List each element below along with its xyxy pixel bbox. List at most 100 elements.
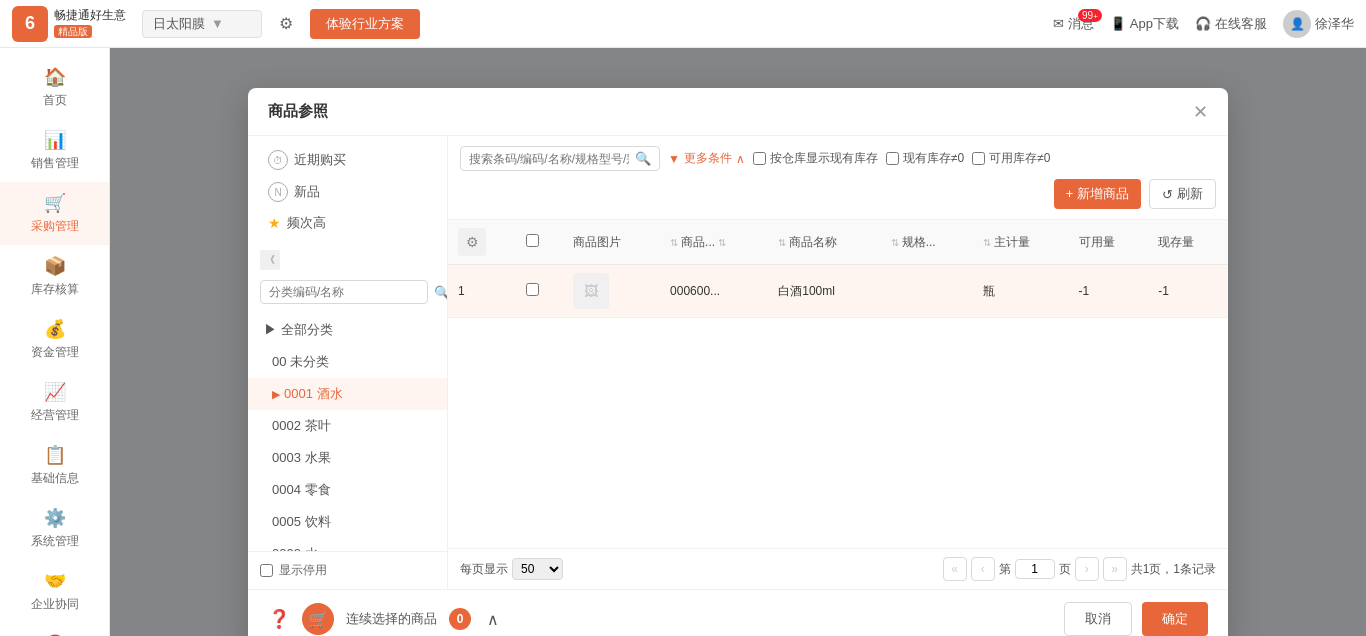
first-page-btn[interactable]: « (943, 557, 967, 581)
sidebar-label-finance: 资金管理 (31, 344, 79, 361)
logo-text: 畅捷通好生意 精品版 (54, 8, 126, 39)
cell-spec (881, 265, 974, 318)
sidebar-item-finance[interactable]: 💰 资金管理 (0, 308, 109, 371)
header: 6 畅捷通好生意 精品版 日太阳膜 ▼ ⚙ 体验行业方案 ✉ 消息 99+ 📱 … (0, 0, 1366, 48)
selected-count-badge: 0 (449, 608, 471, 630)
cat-all-label: ▶ 全部分类 (264, 321, 333, 339)
refresh-button[interactable]: ↺ 刷新 (1149, 179, 1216, 209)
cart-icon[interactable]: 🛒 (302, 603, 334, 635)
trial-button[interactable]: 体验行业方案 (310, 9, 420, 39)
modal-title: 商品参照 (268, 102, 328, 121)
th-unit: ⇅ 主计量 (973, 220, 1068, 265)
recent-purchase-item[interactable]: ⏱ 近期购买 (260, 144, 435, 176)
cell-code: 000600... (660, 265, 768, 318)
display-disabled-checkbox[interactable] (260, 564, 273, 577)
cat-drink[interactable]: 0005 饮料 (248, 506, 447, 538)
cancel-button[interactable]: 取消 (1064, 602, 1132, 636)
page-input[interactable] (1015, 559, 1055, 579)
sidebar-item-home[interactable]: 🏠 首页 (0, 56, 109, 119)
usable-stock-checkbox[interactable] (972, 152, 985, 165)
display-disabled-label: 显示停用 (279, 562, 327, 579)
table-settings-icon[interactable]: ⚙ (458, 228, 486, 256)
available-stock-checkbox[interactable] (886, 152, 899, 165)
sidebar-label-operation: 经营管理 (31, 407, 79, 424)
app-download-btn[interactable]: 📱 App下载 (1110, 15, 1179, 33)
page-size-dropdown[interactable]: 50 100 200 (512, 558, 563, 580)
available-stock-label: 现有库存≠0 (903, 150, 964, 167)
collapse-up-icon[interactable]: ∧ (487, 610, 499, 629)
add-product-button[interactable]: + 新增商品 (1054, 179, 1141, 209)
sidebar-label-home: 首页 (43, 92, 67, 109)
cell-stock: -1 (1148, 265, 1228, 318)
category-divider: 《 (248, 246, 447, 274)
cat-snack[interactable]: 0004 零食 (248, 474, 447, 506)
sort-icon: ⇅ (670, 237, 678, 248)
sidebar-item-operation[interactable]: 📈 经营管理 (0, 371, 109, 434)
sort-icon-unit: ⇅ (983, 237, 991, 248)
sales-icon: 📊 (44, 129, 66, 151)
th-name-label: 商品名称 (789, 234, 837, 251)
pagination-controls: « ‹ 第 页 › » 共1页，1条记录 (943, 557, 1216, 581)
recent-label: 近期购买 (294, 151, 346, 169)
category-search: 🔍 (248, 274, 447, 310)
th-available: 可用量 (1069, 220, 1149, 265)
sidebar-item-sales[interactable]: 📊 销售管理 (0, 119, 109, 182)
page-label: 页 (1059, 561, 1071, 578)
store-selector[interactable]: 日太阳膜 ▼ (142, 10, 262, 38)
new-item[interactable]: N 新品 (260, 176, 435, 208)
cat-alcohol[interactable]: ▶ 0001 酒水 (248, 378, 447, 410)
online-service-btn[interactable]: 🎧 在线客服 (1195, 15, 1267, 33)
user-info[interactable]: 👤 徐泽华 (1283, 10, 1354, 38)
filter-label: 更多条件 (684, 150, 732, 167)
message-btn[interactable]: ✉ 消息 99+ (1053, 15, 1094, 33)
confirm-button[interactable]: 确定 (1142, 602, 1208, 636)
cat-fruit[interactable]: 0003 水果 (248, 442, 447, 474)
sort-icon-2: ⇅ (718, 237, 726, 248)
sidebar-item-guide[interactable]: 🎯 新手引导 (0, 623, 109, 636)
checkbox-available-stock[interactable]: 现有库存≠0 (886, 150, 964, 167)
sidebar-item-stock[interactable]: 📦 库存核算 (0, 245, 109, 308)
sidebar-item-basic[interactable]: 📋 基础信息 (0, 434, 109, 497)
next-page-btn[interactable]: › (1075, 557, 1099, 581)
more-filter-btn[interactable]: ▼ 更多条件 ∧ (668, 150, 745, 167)
avatar: 👤 (1283, 10, 1311, 38)
main-layout: 🏠 首页 📊 销售管理 🛒 采购管理 📦 库存核算 💰 资金管理 📈 经营管理 … (0, 48, 1366, 636)
warehouse-checkbox[interactable] (753, 152, 766, 165)
product-search-box[interactable]: 🔍 (460, 146, 660, 171)
sidebar-item-collab[interactable]: 🤝 企业协同 (0, 560, 109, 623)
cat-snack-label: 0004 零食 (272, 481, 331, 499)
cat-water[interactable]: 0008 水 (248, 538, 447, 551)
page-size-label: 每页显示 (460, 561, 508, 578)
sidebar: 🏠 首页 📊 销售管理 🛒 采购管理 📦 库存核算 💰 资金管理 📈 经营管理 … (0, 48, 110, 636)
search-icon[interactable]: 🔍 (635, 151, 651, 166)
cell-checkbox (516, 265, 563, 318)
search-icon[interactable]: 🔍 (434, 285, 448, 300)
cat-tea[interactable]: 0002 茶叶 (248, 410, 447, 442)
sidebar-label-stock: 库存核算 (31, 281, 79, 298)
sidebar-item-purchase[interactable]: 🛒 采购管理 (0, 182, 109, 245)
prev-page-btn[interactable]: ‹ (971, 557, 995, 581)
collab-icon: 🤝 (44, 570, 66, 592)
cat-uncategorized[interactable]: 00 未分类 (248, 346, 447, 378)
last-page-btn[interactable]: » (1103, 557, 1127, 581)
th-stock-label: 现存量 (1158, 235, 1194, 249)
basic-icon: 📋 (44, 444, 66, 466)
product-search-input[interactable] (469, 152, 629, 166)
collapse-icon[interactable]: 《 (260, 250, 280, 270)
page-info: 共1页，1条记录 (1131, 561, 1216, 578)
warehouse-label: 按仓库显示现有库存 (770, 150, 878, 167)
row-checkbox[interactable] (526, 283, 539, 296)
category-search-input[interactable] (260, 280, 428, 304)
select-all-checkbox[interactable] (526, 234, 539, 247)
settings-icon[interactable]: ⚙ (270, 8, 302, 40)
sidebar-item-system[interactable]: ⚙️ 系统管理 (0, 497, 109, 560)
checkbox-usable-stock[interactable]: 可用库存≠0 (972, 150, 1050, 167)
frequent-item[interactable]: ★ 频次高 (260, 208, 435, 238)
message-icon: ✉ (1053, 16, 1064, 31)
close-icon[interactable]: ✕ (1193, 103, 1208, 121)
cat-all[interactable]: ▶ 全部分类 (248, 314, 447, 346)
table-row[interactable]: 1 🖼 000600... 白酒100ml (448, 265, 1228, 318)
checkbox-warehouse[interactable]: 按仓库显示现有库存 (753, 150, 878, 167)
cell-unit: 瓶 (973, 265, 1068, 318)
help-icon[interactable]: ❓ (268, 608, 290, 630)
